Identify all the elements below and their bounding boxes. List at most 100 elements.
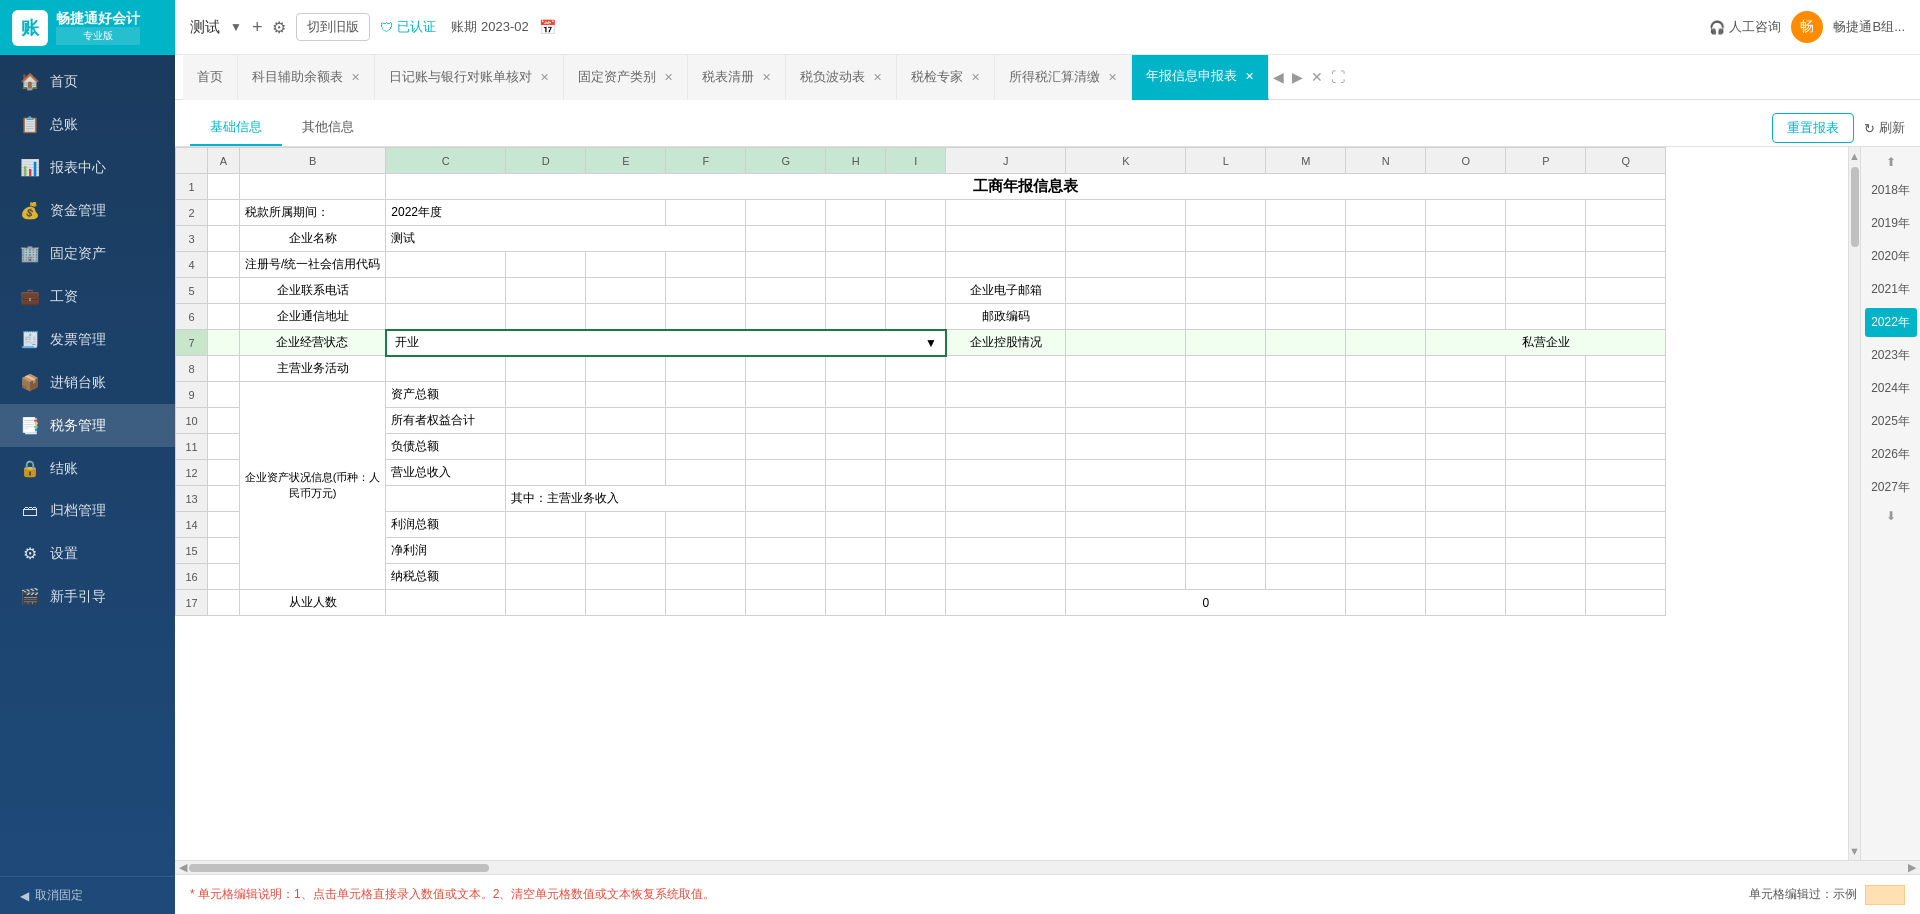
col-F[interactable]: F xyxy=(666,148,746,174)
cell-10-H[interactable] xyxy=(826,408,886,434)
reset-report-button[interactable]: 重置报表 xyxy=(1772,113,1854,143)
cell-8-H[interactable] xyxy=(826,356,886,382)
cell-7-M[interactable] xyxy=(1266,330,1346,356)
sidebar-collapse-button[interactable]: ◀ 取消固定 xyxy=(0,876,175,914)
customer-service-button[interactable]: 🎧 人工咨询 xyxy=(1709,18,1781,36)
cell-11-K[interactable] xyxy=(1066,434,1186,460)
year-2024[interactable]: 2024年 xyxy=(1865,374,1917,403)
cell-3-N[interactable] xyxy=(1346,226,1426,252)
cell-14-P[interactable] xyxy=(1506,512,1586,538)
cell-10-Q[interactable] xyxy=(1586,408,1666,434)
cell-5-M[interactable] xyxy=(1266,278,1346,304)
cell-11-P[interactable] xyxy=(1506,434,1586,460)
cell-2-O[interactable] xyxy=(1426,200,1506,226)
sidebar-item-archive[interactable]: 🗃 归档管理 xyxy=(0,490,175,532)
cell-9-O[interactable] xyxy=(1426,382,1506,408)
cell-17-G[interactable] xyxy=(746,590,826,616)
tab-tax-expert[interactable]: 税检专家 ✕ xyxy=(897,55,995,100)
cell-6-E[interactable] xyxy=(586,304,666,330)
cell-16-P[interactable] xyxy=(1506,564,1586,590)
col-M[interactable]: M xyxy=(1266,148,1346,174)
year-2019[interactable]: 2019年 xyxy=(1865,209,1917,238)
cell-11-F[interactable] xyxy=(666,434,746,460)
cell-4-F[interactable] xyxy=(666,252,746,278)
cell-17-J[interactable] xyxy=(946,590,1066,616)
cell-3-K[interactable] xyxy=(1066,226,1186,252)
col-H[interactable]: H xyxy=(826,148,886,174)
col-O[interactable]: O xyxy=(1426,148,1506,174)
cell-8-C[interactable] xyxy=(386,356,506,382)
cell-15-P[interactable] xyxy=(1506,538,1586,564)
cell-6-L[interactable] xyxy=(1186,304,1266,330)
add-company-button[interactable]: + xyxy=(252,17,263,38)
cell-4-N[interactable] xyxy=(1346,252,1426,278)
cell-10-O[interactable] xyxy=(1426,408,1506,434)
cell-5-P[interactable] xyxy=(1506,278,1586,304)
cell-12-G[interactable] xyxy=(746,460,826,486)
col-P[interactable]: P xyxy=(1506,148,1586,174)
cell-15-N[interactable] xyxy=(1346,538,1426,564)
vertical-scrollbar[interactable]: ▲ ▼ xyxy=(1848,147,1860,860)
cell-12-A[interactable] xyxy=(208,460,240,486)
spreadsheet-main[interactable]: A B C D E F G H I J K L xyxy=(175,147,1848,860)
cell-4-H[interactable] xyxy=(826,252,886,278)
sidebar-item-payroll[interactable]: 💼 工资 xyxy=(0,275,175,318)
subtab-other[interactable]: 其他信息 xyxy=(282,110,374,146)
cell-2-N[interactable] xyxy=(1346,200,1426,226)
cell-13-Q[interactable] xyxy=(1586,486,1666,512)
cell-14-F[interactable] xyxy=(666,512,746,538)
cell-10-E[interactable] xyxy=(586,408,666,434)
cell-8-B[interactable]: 主营业务活动 xyxy=(240,356,386,382)
cell-16-Q[interactable] xyxy=(1586,564,1666,590)
cell-8-E[interactable] xyxy=(586,356,666,382)
cell-15-G[interactable] xyxy=(746,538,826,564)
cell-1-A[interactable] xyxy=(208,174,240,200)
cell-17-D[interactable] xyxy=(506,590,586,616)
cell-17-A[interactable] xyxy=(208,590,240,616)
col-A[interactable]: A xyxy=(208,148,240,174)
cell-6-J[interactable]: 邮政编码 xyxy=(946,304,1066,330)
cell-5-K[interactable] xyxy=(1066,278,1186,304)
cell-4-C[interactable] xyxy=(386,252,506,278)
cell-8-F[interactable] xyxy=(666,356,746,382)
cell-5-J[interactable]: 企业电子邮箱 xyxy=(946,278,1066,304)
year-scroll-down[interactable]: ⬇ xyxy=(1883,506,1899,526)
cell-11-L[interactable] xyxy=(1186,434,1266,460)
tab-tax-return-close[interactable]: ✕ xyxy=(762,71,771,84)
cell-15-I[interactable] xyxy=(886,538,946,564)
scroll-right-arrow[interactable]: ▶ xyxy=(1906,861,1918,874)
year-2025[interactable]: 2025年 xyxy=(1865,407,1917,436)
cell-15-A[interactable] xyxy=(208,538,240,564)
col-K[interactable]: K xyxy=(1066,148,1186,174)
cell-9-J[interactable] xyxy=(946,382,1066,408)
cell-7-C-dropdown[interactable]: 开业 ▼ xyxy=(386,330,946,356)
cell-5-L[interactable] xyxy=(1186,278,1266,304)
cell-14-H[interactable] xyxy=(826,512,886,538)
cell-6-P[interactable] xyxy=(1506,304,1586,330)
col-L[interactable]: L xyxy=(1186,148,1266,174)
cell-6-H[interactable] xyxy=(826,304,886,330)
cell-17-Q[interactable] xyxy=(1586,590,1666,616)
cell-3-J[interactable] xyxy=(946,226,1066,252)
switch-oldversion-button[interactable]: 切到旧版 xyxy=(296,13,370,41)
cell-17-F[interactable] xyxy=(666,590,746,616)
cell-14-N[interactable] xyxy=(1346,512,1426,538)
cell-4-B[interactable]: 注册号/统一社会信用代码 xyxy=(240,252,386,278)
tab-journal-bank[interactable]: 日记账与银行对账单核对 ✕ xyxy=(375,55,564,100)
cell-3-C[interactable]: 测试 xyxy=(386,226,746,252)
cell-6-Q[interactable] xyxy=(1586,304,1666,330)
cell-15-K[interactable] xyxy=(1066,538,1186,564)
cell-3-A[interactable] xyxy=(208,226,240,252)
year-2023[interactable]: 2023年 xyxy=(1865,341,1917,370)
cell-10-P[interactable] xyxy=(1506,408,1586,434)
cell-8-P[interactable] xyxy=(1506,356,1586,382)
cell-6-A[interactable] xyxy=(208,304,240,330)
cell-2-I[interactable] xyxy=(886,200,946,226)
cell-2-K[interactable] xyxy=(1066,200,1186,226)
cell-8-A[interactable] xyxy=(208,356,240,382)
cell-2-Q[interactable] xyxy=(1586,200,1666,226)
cell-4-G[interactable] xyxy=(746,252,826,278)
col-E[interactable]: E xyxy=(586,148,666,174)
cell-3-B[interactable]: 企业名称 xyxy=(240,226,386,252)
cell-14-O[interactable] xyxy=(1426,512,1506,538)
